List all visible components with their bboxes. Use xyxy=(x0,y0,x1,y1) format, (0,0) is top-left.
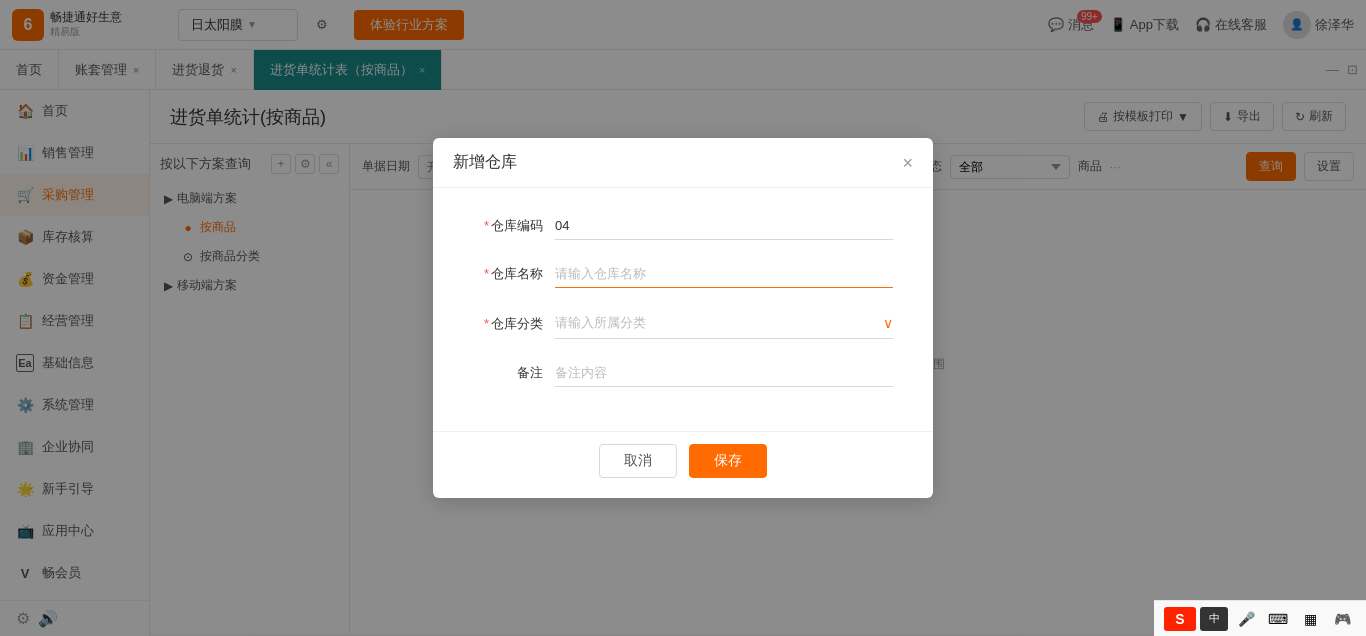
warehouse-category-select[interactable]: 请输入所属分类 ∨ xyxy=(555,308,893,339)
warehouse-category-label: 仓库分类 xyxy=(473,315,543,333)
warehouse-code-row: 仓库编码 xyxy=(473,212,893,240)
keyboard-icon[interactable]: ⌨ xyxy=(1264,605,1292,633)
s-icon: S xyxy=(1164,607,1196,631)
warehouse-code-label: 仓库编码 xyxy=(473,217,543,235)
dialog-header: 新增仓库 × xyxy=(433,138,933,188)
dialog-overlay[interactable]: 新增仓库 × 仓库编码 仓库名称 仓库分类 请输入所属分类 ∨ xyxy=(0,0,1366,636)
chevron-down-orange-icon: ∨ xyxy=(883,315,893,331)
dialog-close-button[interactable]: × xyxy=(902,154,913,172)
add-warehouse-dialog: 新增仓库 × 仓库编码 仓库名称 仓库分类 请输入所属分类 ∨ xyxy=(433,138,933,498)
chinese-input-icon[interactable]: 中 xyxy=(1200,607,1228,631)
dialog-title: 新增仓库 xyxy=(453,152,517,173)
warehouse-name-label: 仓库名称 xyxy=(473,265,543,283)
cancel-button[interactable]: 取消 xyxy=(599,444,677,478)
save-button[interactable]: 保存 xyxy=(689,444,767,478)
warehouse-note-input[interactable] xyxy=(555,359,893,387)
warehouse-note-label: 备注 xyxy=(473,364,543,382)
warehouse-name-row: 仓库名称 xyxy=(473,260,893,288)
bottom-bar: S 中 🎤 ⌨ ▦ 🎮 xyxy=(1154,600,1366,636)
warehouse-name-input[interactable] xyxy=(555,260,893,288)
gamepad-icon[interactable]: 🎮 xyxy=(1328,605,1356,633)
warehouse-category-row: 仓库分类 请输入所属分类 ∨ xyxy=(473,308,893,339)
microphone-icon[interactable]: 🎤 xyxy=(1232,605,1260,633)
warehouse-category-placeholder: 请输入所属分类 xyxy=(555,314,883,332)
grid-icon[interactable]: ▦ xyxy=(1296,605,1324,633)
dialog-body: 仓库编码 仓库名称 仓库分类 请输入所属分类 ∨ 备注 xyxy=(433,188,933,431)
dialog-footer: 取消 保存 xyxy=(433,431,933,498)
warehouse-code-input[interactable] xyxy=(555,212,893,240)
warehouse-note-row: 备注 xyxy=(473,359,893,387)
